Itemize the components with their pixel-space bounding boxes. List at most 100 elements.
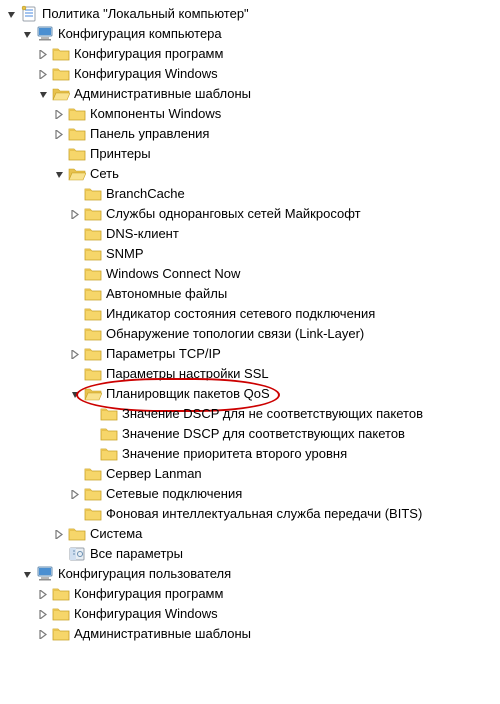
tree-label: SNMP	[106, 244, 144, 264]
tree-label: Значение DSCP для соответствующих пакето…	[122, 424, 405, 444]
tree-item-wcn[interactable]: Windows Connect Now	[4, 264, 500, 284]
folder-icon	[52, 585, 70, 603]
folder-icon	[68, 125, 86, 143]
tree-item-computer-config[interactable]: Конфигурация компьютера	[4, 24, 500, 44]
folder-icon	[84, 485, 102, 503]
tree-item-ssl[interactable]: Параметры настройки SSL	[4, 364, 500, 384]
tree-label: Windows Connect Now	[106, 264, 240, 284]
tree-item-user-programs[interactable]: Конфигурация программ	[4, 584, 500, 604]
expander-icon[interactable]	[36, 87, 50, 101]
tree-item-dscp-conforming[interactable]: Значение DSCP для соответствующих пакето…	[4, 424, 500, 444]
tree-label: Обнаружение топологии связи (Link-Layer)	[106, 324, 364, 344]
tree-item-user-windows[interactable]: Конфигурация Windows	[4, 604, 500, 624]
tree-item-user-config[interactable]: Конфигурация пользователя	[4, 564, 500, 584]
tree-label: Службы одноранговых сетей Майкрософт	[106, 204, 361, 224]
folder-icon	[84, 185, 102, 203]
folder-icon	[68, 145, 86, 163]
folder-open-icon	[52, 85, 70, 103]
tree-item-system[interactable]: Система	[4, 524, 500, 544]
scroll-icon	[20, 5, 38, 23]
tree-label: Конфигурация программ	[74, 44, 223, 64]
tree-label: Сеть	[90, 164, 119, 184]
policy-tree[interactable]: Политика "Локальный компьютер" Конфигура…	[0, 0, 500, 644]
folder-icon	[84, 325, 102, 343]
expander-icon[interactable]	[52, 527, 66, 541]
expander-icon[interactable]	[68, 207, 82, 221]
tree-item-win-components[interactable]: Компоненты Windows	[4, 104, 500, 124]
folder-icon	[68, 105, 86, 123]
tree-label: Политика "Локальный компьютер"	[42, 4, 249, 24]
tree-label: DNS-клиент	[106, 224, 179, 244]
expander-icon[interactable]	[68, 347, 82, 361]
tree-item-dscp-nonconforming[interactable]: Значение DSCP для не соответствующих пак…	[4, 404, 500, 424]
tree-item-user-admin-templates[interactable]: Административные шаблоны	[4, 624, 500, 644]
tree-item-windows-config[interactable]: Конфигурация Windows	[4, 64, 500, 84]
tree-item-all-settings[interactable]: Все параметры	[4, 544, 500, 564]
tree-item-root[interactable]: Политика "Локальный компьютер"	[4, 4, 500, 24]
expander-icon[interactable]	[52, 167, 66, 181]
tree-item-dns[interactable]: DNS-клиент	[4, 224, 500, 244]
tree-item-tcpip[interactable]: Параметры TCP/IP	[4, 344, 500, 364]
folder-icon	[84, 245, 102, 263]
folder-icon	[84, 465, 102, 483]
tree-item-admin-templates[interactable]: Административные шаблоны	[4, 84, 500, 104]
expander-icon[interactable]	[36, 47, 50, 61]
computer-icon	[36, 565, 54, 583]
expander-icon[interactable]	[20, 27, 34, 41]
expander-icon[interactable]	[36, 67, 50, 81]
tree-item-priority-l2[interactable]: Значение приоритета второго уровня	[4, 444, 500, 464]
tree-label: Планировщик пакетов QoS	[106, 384, 270, 404]
folder-icon	[84, 285, 102, 303]
folder-icon	[52, 45, 70, 63]
tree-label: Конфигурация Windows	[74, 64, 218, 84]
tree-item-snmp[interactable]: SNMP	[4, 244, 500, 264]
expander-icon[interactable]	[68, 387, 82, 401]
expander-icon[interactable]	[36, 607, 50, 621]
folder-icon	[68, 525, 86, 543]
tree-item-branchcache[interactable]: BranchCache	[4, 184, 500, 204]
tree-label: Сетевые подключения	[106, 484, 242, 504]
tree-label: Конфигурация пользователя	[58, 564, 231, 584]
folder-icon	[52, 65, 70, 83]
tree-item-lltd[interactable]: Обнаружение топологии связи (Link-Layer)	[4, 324, 500, 344]
tree-item-network[interactable]: Сеть	[4, 164, 500, 184]
tree-item-qos[interactable]: Планировщик пакетов QoS	[4, 384, 500, 404]
tree-item-lanman[interactable]: Сервер Lanman	[4, 464, 500, 484]
folder-icon	[84, 225, 102, 243]
tree-label: Конфигурация программ	[74, 584, 223, 604]
expander-icon[interactable]	[20, 567, 34, 581]
tree-label: Административные шаблоны	[74, 84, 251, 104]
folder-icon	[84, 205, 102, 223]
tree-label: Параметры настройки SSL	[106, 364, 269, 384]
tree-label: Все параметры	[90, 544, 183, 564]
tree-label: Значение DSCP для не соответствующих пак…	[122, 404, 423, 424]
expander-icon[interactable]	[4, 7, 18, 21]
tree-label: Принтеры	[90, 144, 151, 164]
tree-item-offline-files[interactable]: Автономные файлы	[4, 284, 500, 304]
expander-icon[interactable]	[52, 127, 66, 141]
tree-label: Конфигурация компьютера	[58, 24, 222, 44]
tree-label: BranchCache	[106, 184, 185, 204]
tree-label: Фоновая интеллектуальная служба передачи…	[106, 504, 422, 524]
folder-icon	[84, 265, 102, 283]
expander-icon[interactable]	[36, 587, 50, 601]
expander-icon[interactable]	[68, 487, 82, 501]
tree-label: Конфигурация Windows	[74, 604, 218, 624]
tree-item-p2p[interactable]: Службы одноранговых сетей Майкрософт	[4, 204, 500, 224]
folder-icon	[100, 425, 118, 443]
tree-item-control-panel[interactable]: Панель управления	[4, 124, 500, 144]
folder-open-icon	[68, 165, 86, 183]
computer-icon	[36, 25, 54, 43]
tree-item-printers[interactable]: Принтеры	[4, 144, 500, 164]
folder-icon	[52, 625, 70, 643]
expander-icon[interactable]	[36, 627, 50, 641]
expander-icon[interactable]	[52, 107, 66, 121]
tree-item-bits[interactable]: Фоновая интеллектуальная служба передачи…	[4, 504, 500, 524]
tree-label: Административные шаблоны	[74, 624, 251, 644]
tree-item-network-connections[interactable]: Сетевые подключения	[4, 484, 500, 504]
tree-label: Индикатор состояния сетевого подключения	[106, 304, 375, 324]
settings-book-icon	[68, 545, 86, 563]
tree-label: Система	[90, 524, 142, 544]
tree-item-programs[interactable]: Конфигурация программ	[4, 44, 500, 64]
tree-item-net-status[interactable]: Индикатор состояния сетевого подключения	[4, 304, 500, 324]
